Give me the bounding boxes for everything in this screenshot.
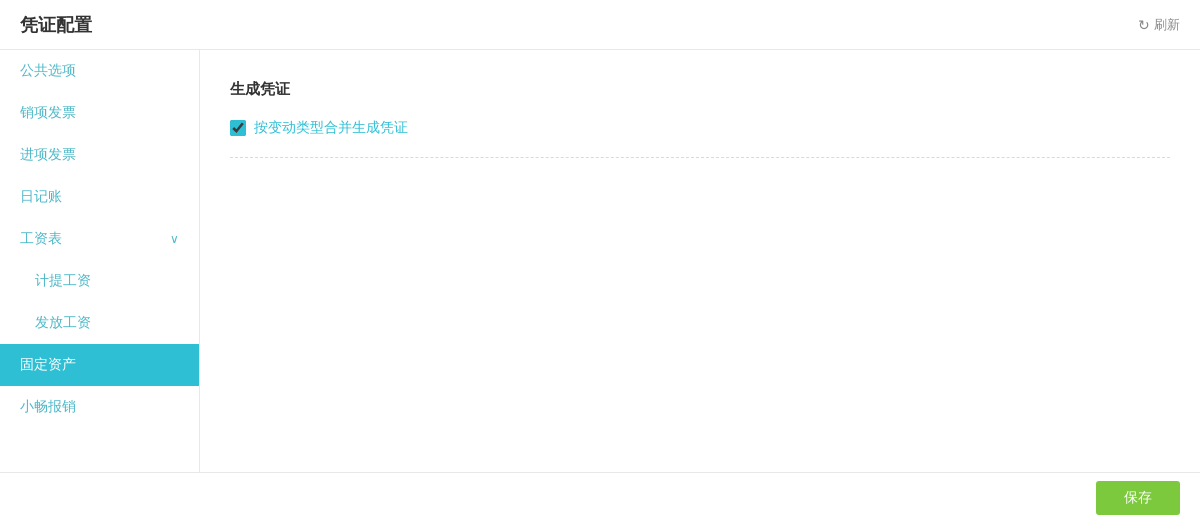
main-layout: 公共选项销项发票进项发票日记账工资表 ∨ 计提工资发放工资固定资产小畅报销 生成凭证… bbox=[0, 50, 1200, 472]
refresh-icon: ↻ bbox=[1138, 17, 1150, 33]
refresh-label: 刷新 bbox=[1154, 16, 1180, 34]
sidebar-item-sales-invoice[interactable]: 销项发票 bbox=[0, 92, 199, 134]
page-title: 凭证配置 bbox=[20, 13, 92, 37]
sidebar-item-payroll-pay[interactable]: 发放工资 bbox=[0, 302, 199, 344]
sidebar-item-fixed-assets[interactable]: 固定资产 bbox=[0, 344, 199, 386]
page-header: 凭证配置 ↻ 刷新 bbox=[0, 0, 1200, 50]
page-footer: 保存 bbox=[0, 472, 1200, 522]
sidebar-item-label: 工资表 bbox=[20, 230, 62, 248]
sidebar-item-journal[interactable]: 日记账 bbox=[0, 176, 199, 218]
merge-voucher-label[interactable]: 按变动类型合并生成凭证 bbox=[254, 119, 408, 137]
merge-voucher-checkbox[interactable] bbox=[230, 120, 246, 136]
sidebar-item-label: 公共选项 bbox=[20, 62, 76, 80]
sidebar-item-label: 进项发票 bbox=[20, 146, 76, 164]
sidebar-item-label: 计提工资 bbox=[35, 272, 91, 290]
chevron-down-icon: ∨ bbox=[170, 232, 179, 246]
sidebar-item-payroll-accrual[interactable]: 计提工资 bbox=[0, 260, 199, 302]
sidebar-item-label: 固定资产 bbox=[20, 356, 76, 374]
sidebar-item-label: 日记账 bbox=[20, 188, 62, 206]
sidebar-item-label: 销项发票 bbox=[20, 104, 76, 122]
content-area: 生成凭证 按变动类型合并生成凭证 bbox=[200, 50, 1200, 472]
sidebar-item-public[interactable]: 公共选项 bbox=[0, 50, 199, 92]
sidebar: 公共选项销项发票进项发票日记账工资表 ∨ 计提工资发放工资固定资产小畅报销 bbox=[0, 50, 200, 472]
sidebar-item-payroll-table[interactable]: 工资表 ∨ bbox=[0, 218, 199, 260]
sidebar-item-label: 小畅报销 bbox=[20, 398, 76, 416]
section-title: 生成凭证 bbox=[230, 80, 1170, 99]
section-divider bbox=[230, 157, 1170, 158]
save-button[interactable]: 保存 bbox=[1096, 481, 1180, 515]
refresh-button[interactable]: ↻ 刷新 bbox=[1138, 16, 1180, 34]
sidebar-item-expense[interactable]: 小畅报销 bbox=[0, 386, 199, 428]
sidebar-item-purchase-invoice[interactable]: 进项发票 bbox=[0, 134, 199, 176]
checkbox-row: 按变动类型合并生成凭证 bbox=[230, 119, 1170, 137]
sidebar-item-label: 发放工资 bbox=[35, 314, 91, 332]
